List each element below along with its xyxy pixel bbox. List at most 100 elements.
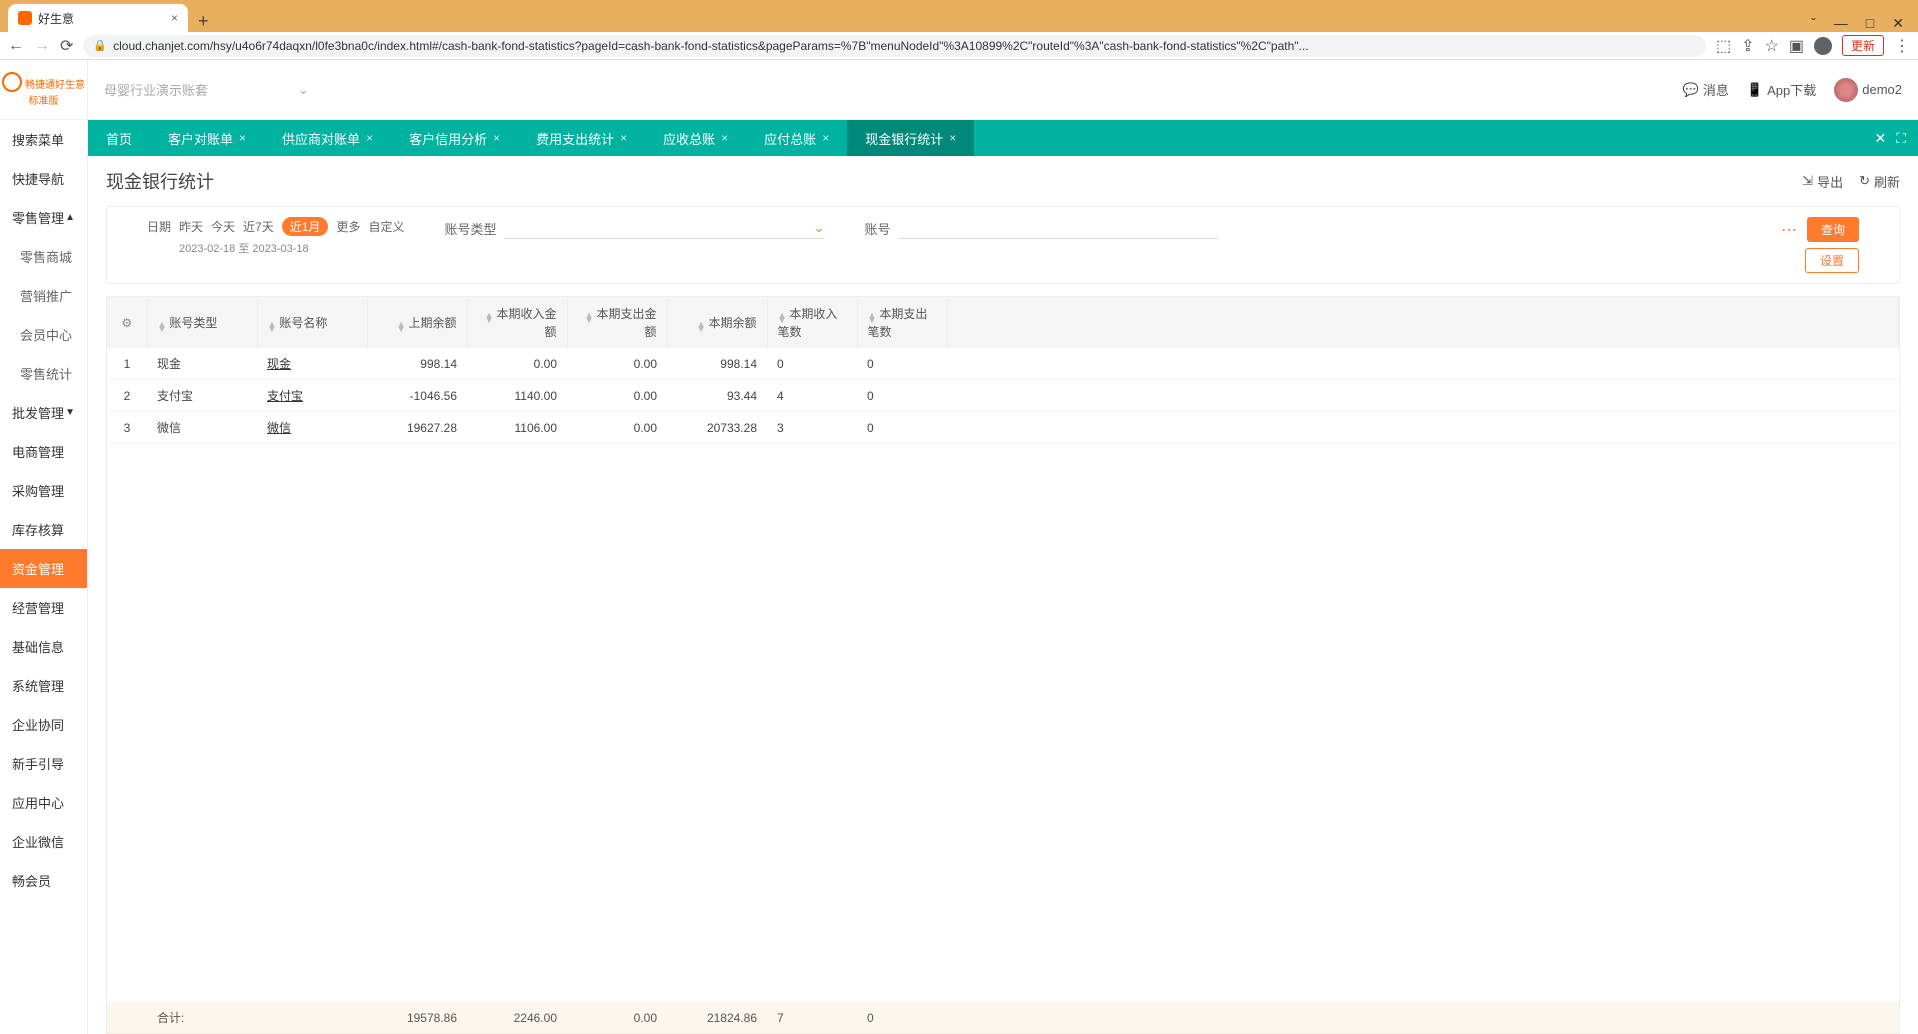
sidebar-item-label: 营销推广 (20, 286, 72, 305)
sidebar-item[interactable]: 畅会员 (0, 861, 87, 900)
star-icon[interactable]: ☆ (1765, 36, 1779, 56)
app-tab[interactable]: 供应商对账单× (264, 120, 391, 156)
back-icon[interactable]: ← (8, 37, 24, 55)
sidebar-item[interactable]: 电商管理 (0, 432, 87, 471)
browser-chrome: 好生意 × + ˇ — □ ✕ ← → ⟳ 🔒 cloud.chanjet.co… (0, 0, 1918, 60)
refresh-button[interactable]: ↻ 刷新 (1859, 172, 1900, 191)
sidebar-item[interactable]: 零售管理▲ (0, 198, 87, 237)
account-set-selector[interactable]: 母婴行业演示账套 ⌄ (104, 80, 309, 99)
reload-icon[interactable]: ⟳ (60, 36, 73, 56)
table-row[interactable]: 1现金现金998.140.000.00998.1400 (107, 348, 1899, 380)
query-button[interactable]: 查询 (1807, 217, 1859, 242)
sidebar-item[interactable]: 批发管理▼ (0, 393, 87, 432)
sidebar-item[interactable]: 新手引导 (0, 744, 87, 783)
settings-button[interactable]: 设置 (1805, 248, 1859, 273)
col-prev-balance[interactable]: ▲▼上期余额 (367, 297, 467, 348)
close-icon[interactable]: × (721, 131, 728, 145)
install-icon[interactable]: ⬚ (1716, 36, 1731, 56)
date-opt-custom[interactable]: 自定义 (368, 218, 404, 235)
sidebar-item[interactable]: 零售统计 (0, 354, 87, 393)
account-type-select[interactable]: ⌄ (504, 217, 824, 239)
close-all-tabs-icon[interactable]: ✕ (1874, 130, 1886, 147)
page-header: 现金银行统计 ⇲ 导出 ↻ 刷新 (88, 156, 1918, 206)
account-input[interactable] (898, 217, 1218, 239)
close-icon[interactable]: × (171, 11, 178, 25)
forward-icon[interactable]: → (34, 37, 50, 55)
sidebar-item[interactable]: 零售商城 (0, 237, 87, 276)
sidebar-item-label: 快捷导航 (12, 169, 64, 188)
sidebar-item-label: 资金管理 (12, 559, 64, 578)
close-window-icon[interactable]: ✕ (1892, 15, 1904, 32)
date-label: 日期 (147, 218, 171, 235)
app-tab[interactable]: 首页 (88, 120, 150, 156)
col-account-name[interactable]: ▲▼账号名称 (257, 297, 367, 348)
sidebar-item[interactable]: 应用中心 (0, 783, 87, 822)
cell-name: 现金 (257, 348, 367, 380)
app-tab[interactable]: 现金银行统计× (847, 120, 974, 156)
app-tab[interactable]: 费用支出统计× (518, 120, 645, 156)
cell-name: 微信 (257, 412, 367, 444)
col-income-count[interactable]: ▲▼本期收入笔数 (767, 297, 857, 348)
sidebar-item[interactable]: 快捷导航 (0, 159, 87, 198)
sidebar-item[interactable]: 企业协同 (0, 705, 87, 744)
close-icon[interactable]: × (949, 131, 956, 145)
col-income[interactable]: ▲▼本期收入金额 (467, 297, 567, 348)
sidebar-item[interactable]: 基础信息 (0, 627, 87, 666)
sidebar-item[interactable]: 库存核算 (0, 510, 87, 549)
date-opt-more[interactable]: 更多 (336, 218, 360, 235)
logo-edition: 标准版 (29, 92, 59, 107)
app-tab[interactable]: 应收总账× (645, 120, 746, 156)
chevron-down-icon[interactable]: ˇ (1811, 15, 1816, 32)
share-icon[interactable]: ⇪ (1741, 36, 1754, 56)
new-tab-button[interactable]: + (188, 11, 219, 32)
app-tab[interactable]: 应付总账× (746, 120, 847, 156)
sidebar-item[interactable]: 企业微信 (0, 822, 87, 861)
profile-avatar[interactable] (1814, 37, 1832, 55)
cell-balance: 93.44 (667, 380, 767, 412)
account-link[interactable]: 支付宝 (267, 389, 303, 403)
account-link[interactable]: 现金 (267, 357, 291, 371)
minimize-icon[interactable]: — (1834, 15, 1848, 32)
close-icon[interactable]: × (493, 131, 500, 145)
messages-button[interactable]: 💬 消息 (1683, 80, 1729, 99)
sidebar-item[interactable]: 资金管理 (0, 549, 87, 588)
app-tab[interactable]: 客户信用分析× (391, 120, 518, 156)
gear-column[interactable]: ⚙ (107, 297, 147, 348)
col-expense-count[interactable]: ▲▼本期支出笔数 (857, 297, 947, 348)
cell-expense: 0.00 (567, 348, 667, 380)
col-balance[interactable]: ▲▼本期余额 (667, 297, 767, 348)
sidebar-item[interactable]: 经营管理 (0, 588, 87, 627)
app-tab[interactable]: 客户对账单× (150, 120, 264, 156)
sidebar-item[interactable]: 采购管理 (0, 471, 87, 510)
date-opt-yesterday[interactable]: 昨天 (179, 218, 203, 235)
update-button[interactable]: 更新 (1842, 35, 1884, 56)
cell-index: 1 (107, 348, 147, 380)
col-account-type[interactable]: ▲▼账号类型 (147, 297, 257, 348)
user-menu[interactable]: demo2 (1834, 78, 1902, 102)
maximize-icon[interactable]: □ (1866, 15, 1874, 32)
date-opt-today[interactable]: 今天 (211, 218, 235, 235)
sidebar-item[interactable]: 会员中心 (0, 315, 87, 354)
footer-income-count: 7 (767, 1002, 857, 1033)
browser-tab[interactable]: 好生意 × (8, 4, 188, 32)
account-link[interactable]: 微信 (267, 421, 291, 435)
close-icon[interactable]: × (239, 131, 246, 145)
date-opt-7d[interactable]: 近7天 (243, 218, 274, 235)
close-icon[interactable]: × (822, 131, 829, 145)
sidebar-item[interactable]: 营销推广 (0, 276, 87, 315)
sidebar-item[interactable]: 搜索菜单 (0, 120, 87, 159)
table-row[interactable]: 2支付宝支付宝-1046.561140.000.0093.4440 (107, 380, 1899, 412)
extensions-icon[interactable]: ▣ (1789, 36, 1804, 56)
close-icon[interactable]: × (620, 131, 627, 145)
fullscreen-icon[interactable]: ⛶ (1896, 130, 1906, 147)
close-icon[interactable]: × (366, 131, 373, 145)
date-opt-1m[interactable]: 近1月 (282, 217, 329, 236)
app-download-button[interactable]: 📱 App下载 (1747, 80, 1816, 99)
more-filters-button[interactable]: ⋯ (1781, 220, 1799, 240)
export-button[interactable]: ⇲ 导出 (1802, 172, 1843, 191)
sidebar-item[interactable]: 系统管理 (0, 666, 87, 705)
table-row[interactable]: 3微信微信19627.281106.000.0020733.2830 (107, 412, 1899, 444)
menu-icon[interactable]: ⋮ (1894, 36, 1910, 56)
url-bar[interactable]: 🔒 cloud.chanjet.com/hsy/u4o6r74daqxn/l0f… (83, 35, 1706, 57)
col-expense[interactable]: ▲▼本期支出金额 (567, 297, 667, 348)
